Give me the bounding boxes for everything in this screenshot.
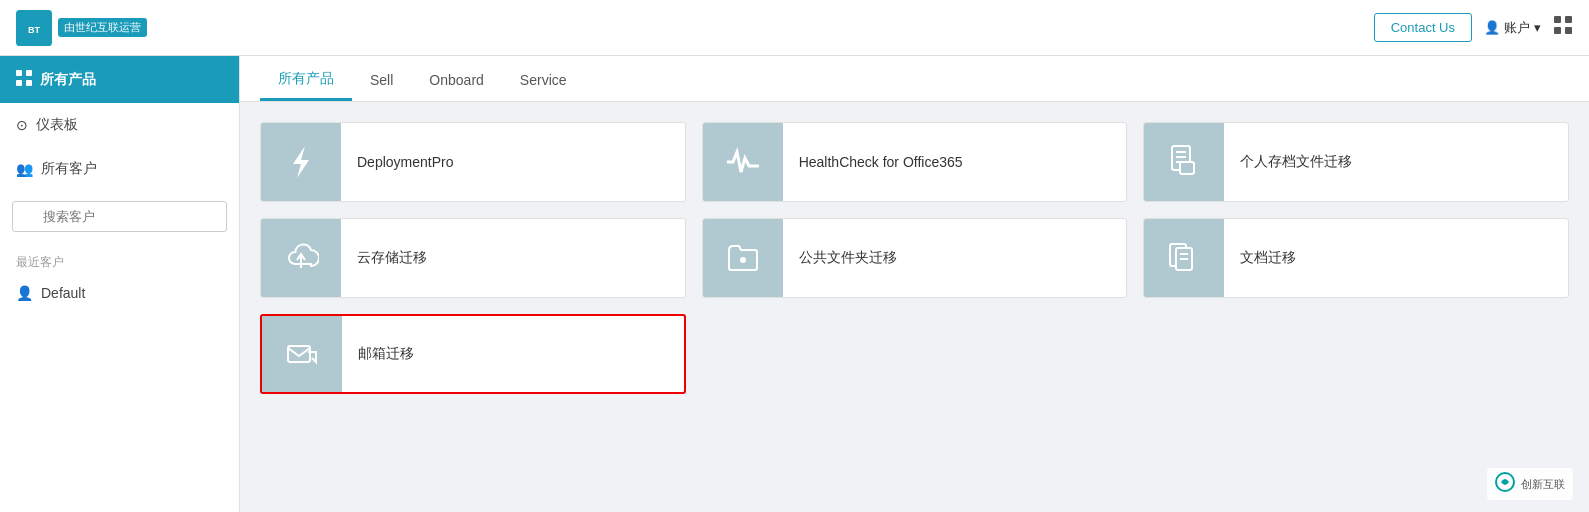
contact-us-button[interactable]: Contact Us: [1374, 13, 1472, 42]
svg-text:BT: BT: [28, 25, 40, 35]
tab-service[interactable]: Service: [502, 58, 585, 101]
account-button[interactable]: 👤 账户 ▾: [1484, 19, 1541, 37]
account-icon: 👤: [1484, 20, 1500, 35]
product-label-mailbox-migration: 邮箱迁移: [358, 345, 414, 363]
account-chevron-icon: ▾: [1534, 20, 1541, 35]
product-icon-area-deployment-pro: [261, 123, 341, 201]
app-grid-button[interactable]: [1553, 15, 1573, 40]
product-icon-area-public-folder: [703, 219, 783, 297]
sidebar-customer-default[interactable]: 👤 Default: [0, 275, 239, 311]
svg-rect-8: [16, 80, 22, 86]
sidebar-all-products-label: 所有产品: [40, 71, 96, 89]
products-grid: DeploymentPro HealthCheck for Office365 …: [240, 102, 1589, 414]
tab-bar: 所有产品 Sell Onboard Service: [240, 56, 1589, 102]
content-area: 所有产品 Sell Onboard Service DeploymentPro …: [240, 56, 1589, 512]
customers-icon: 👥: [16, 161, 33, 177]
svg-rect-3: [1565, 16, 1572, 23]
logo-area: BT 由世纪互联运营: [16, 10, 147, 46]
product-card-personal-archive[interactable]: 个人存档文件迁移: [1143, 122, 1569, 202]
sidebar-search-area: 🔍: [0, 191, 239, 242]
svg-rect-6: [16, 70, 22, 76]
svg-rect-15: [1180, 162, 1194, 174]
product-label-personal-archive: 个人存档文件迁移: [1240, 153, 1352, 171]
bittitan-logo-icon: BT: [16, 10, 52, 46]
mailbox-icon: [284, 336, 320, 372]
product-card-mailbox-migration[interactable]: 邮箱迁移: [260, 314, 686, 394]
docs-icon: [1166, 240, 1202, 276]
product-icon-area-mailbox-migration: [262, 316, 342, 392]
tab-onboard[interactable]: Onboard: [411, 58, 501, 101]
product-icon-area-cloud-storage: [261, 219, 341, 297]
product-card-public-folder[interactable]: 公共文件夹迁移: [702, 218, 1128, 298]
recent-customers-label: 最近客户: [0, 242, 239, 275]
sidebar-item-dashboard[interactable]: ⊙ 仪表板: [0, 103, 239, 147]
product-icon-area-healthcheck: [703, 123, 783, 201]
sidebar-all-customers-label: 所有客户: [41, 160, 97, 178]
svg-rect-9: [26, 80, 32, 86]
default-customer-label: Default: [41, 285, 85, 301]
product-card-cloud-storage[interactable]: 云存储迁移: [260, 218, 686, 298]
sidebar-dashboard-label: 仪表板: [36, 116, 78, 134]
svg-rect-2: [1554, 16, 1561, 23]
account-label: 账户: [1504, 19, 1530, 37]
sidebar-item-all-products[interactable]: 所有产品: [0, 56, 239, 103]
sidebar-item-all-customers[interactable]: 👥 所有客户: [0, 147, 239, 191]
product-label-healthcheck: HealthCheck for Office365: [799, 154, 963, 170]
product-card-doc-migration[interactable]: 文档迁移: [1143, 218, 1569, 298]
svg-marker-10: [293, 146, 309, 178]
heartbeat-icon: [725, 144, 761, 180]
svg-rect-5: [1565, 27, 1572, 34]
main-layout: 所有产品 ⊙ 仪表板 👥 所有客户 🔍 最近客户 👤 Default 所有产品 …: [0, 56, 1589, 512]
tab-sell[interactable]: Sell: [352, 58, 411, 101]
product-label-public-folder: 公共文件夹迁移: [799, 249, 897, 267]
search-input[interactable]: [12, 201, 227, 232]
tab-all-products[interactable]: 所有产品: [260, 56, 352, 101]
product-icon-area-doc-migration: [1144, 219, 1224, 297]
bolt-icon: [283, 144, 319, 180]
footer-brand-label: 创新互联: [1521, 477, 1565, 492]
header-right: Contact Us 👤 账户 ▾: [1374, 13, 1573, 42]
svg-point-17: [740, 257, 746, 263]
brand-icon: [1495, 472, 1515, 496]
product-label-deployment-pro: DeploymentPro: [357, 154, 454, 170]
svg-rect-22: [288, 346, 310, 362]
cloud-upload-icon: [283, 240, 319, 276]
grid-icon: [16, 70, 32, 89]
logo-badge: 由世纪互联运营: [58, 18, 147, 37]
footer-brand: 创新互联: [1487, 468, 1573, 500]
svg-rect-7: [26, 70, 32, 76]
product-card-deployment-pro[interactable]: DeploymentPro: [260, 122, 686, 202]
dashboard-icon: ⊙: [16, 117, 28, 133]
product-card-healthcheck[interactable]: HealthCheck for Office365: [702, 122, 1128, 202]
top-header: BT 由世纪互联运营 Contact Us 👤 账户 ▾: [0, 0, 1589, 56]
document-icon: [1166, 144, 1202, 180]
svg-rect-4: [1554, 27, 1561, 34]
sidebar: 所有产品 ⊙ 仪表板 👥 所有客户 🔍 最近客户 👤 Default: [0, 56, 240, 512]
product-icon-area-personal-archive: [1144, 123, 1224, 201]
search-wrapper: 🔍: [12, 201, 227, 232]
product-label-cloud-storage: 云存储迁移: [357, 249, 427, 267]
grid-icon: [1553, 15, 1573, 35]
folder-icon: [725, 240, 761, 276]
customer-icon: 👤: [16, 285, 33, 301]
product-label-doc-migration: 文档迁移: [1240, 249, 1296, 267]
